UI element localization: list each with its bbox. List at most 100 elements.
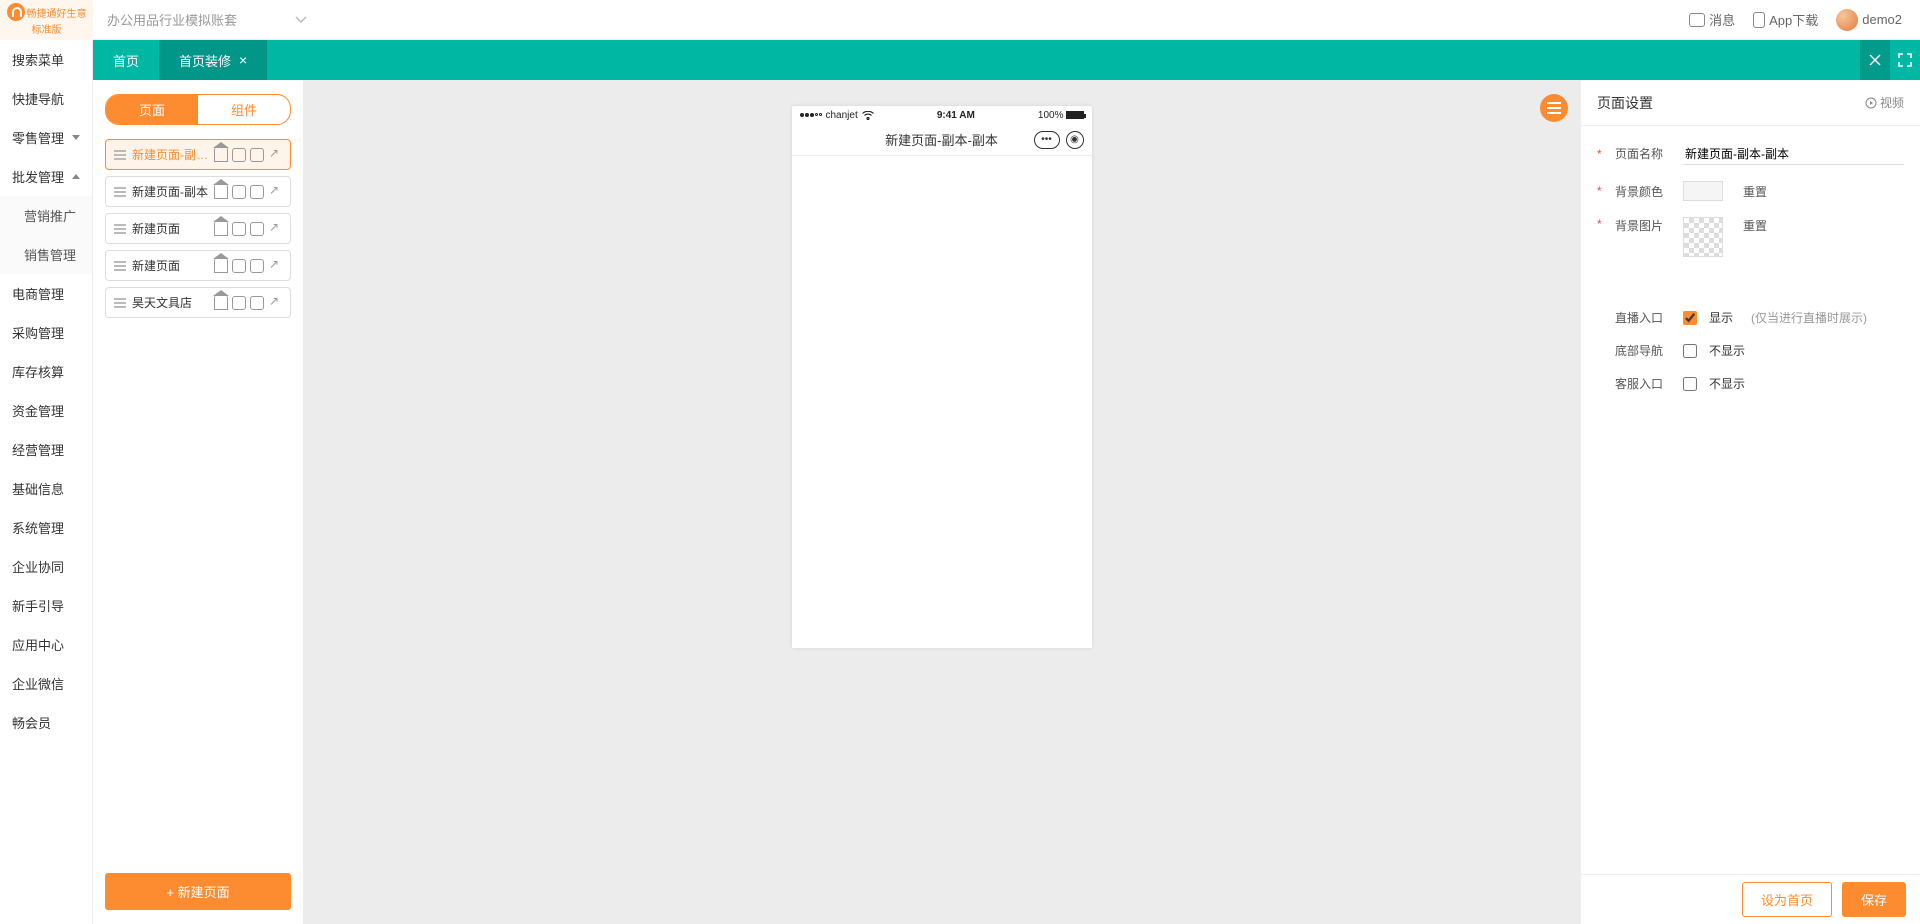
sidebar-item-sales[interactable]: 销售管理 [0, 235, 92, 274]
logo-subtitle: 标准版 [32, 21, 62, 36]
tab-decorate[interactable]: 首页装修 × [159, 40, 267, 80]
sidebar-item-marketing[interactable]: 营销推广 [0, 196, 92, 235]
seg-tab-page[interactable]: 页面 [106, 95, 198, 124]
phone-status-bar: chanjet 9:41 AM 100% [792, 106, 1092, 124]
sidebar-item-wholesale[interactable]: 批发管理 [0, 157, 92, 196]
page-item[interactable]: 新建页面 [105, 250, 291, 281]
share-icon[interactable] [268, 222, 282, 236]
field-bg-image: * 背景图片 重置 [1597, 217, 1904, 257]
tab-home[interactable]: 首页 [93, 40, 159, 80]
account-name: 办公用品行业模拟账套 [107, 10, 237, 29]
video-link[interactable]: 视频 [1865, 94, 1904, 111]
page-item-name: 新建页面-副本-... [132, 146, 208, 163]
copy-icon[interactable] [232, 148, 246, 162]
save-button[interactable]: 保存 [1842, 882, 1906, 917]
caret-down-icon [72, 135, 80, 140]
sidebar-item-member[interactable]: 畅会员 [0, 703, 92, 742]
new-page-button[interactable]: + 新建页面 [105, 873, 291, 910]
page-name-input[interactable] [1683, 142, 1904, 165]
sidebar-item-wechat[interactable]: 企业微信 [0, 664, 92, 703]
sidebar-item-baseinfo[interactable]: 基础信息 [0, 469, 92, 508]
user-menu[interactable]: demo2 [1836, 9, 1902, 31]
sidebar-item-retail[interactable]: 零售管理 [0, 118, 92, 157]
page-item-name: 昊天文具店 [132, 294, 208, 311]
phone-body[interactable] [792, 156, 1092, 648]
copy-icon[interactable] [232, 222, 246, 236]
sidebar-item-quicknav[interactable]: 快捷导航 [0, 79, 92, 118]
live-checkbox[interactable] [1683, 311, 1697, 325]
fullscreen-icon [1898, 53, 1912, 67]
copy-icon[interactable] [232, 185, 246, 199]
carrier: chanjet [826, 110, 858, 121]
drag-icon[interactable] [114, 150, 126, 160]
sidebar-item-guide[interactable]: 新手引导 [0, 586, 92, 625]
service-checkbox[interactable] [1683, 377, 1697, 391]
account-selector[interactable]: 办公用品行业模拟账套 [107, 10, 307, 29]
field-live-entry: * 直播入口 显示 (仅当进行直播时展示) [1597, 309, 1904, 326]
bg-image-swatch[interactable] [1683, 217, 1723, 257]
close-icon[interactable]: × [239, 52, 247, 68]
bg-color-swatch[interactable] [1683, 181, 1723, 201]
reset-bgcolor[interactable]: 重置 [1743, 183, 1767, 200]
share-icon[interactable] [268, 148, 282, 162]
home-icon[interactable] [214, 185, 228, 199]
delete-icon[interactable] [250, 222, 264, 236]
field-bottom-nav: * 底部导航 不显示 [1597, 342, 1904, 359]
drag-icon[interactable] [114, 261, 126, 271]
sidebar-item-search[interactable]: 搜索菜单 [0, 40, 92, 79]
home-icon[interactable] [214, 222, 228, 236]
sidebar-item-ecommerce[interactable]: 电商管理 [0, 274, 92, 313]
battery: 100% [1038, 110, 1084, 121]
messages-link[interactable]: 消息 [1689, 10, 1735, 29]
settings-body: * 页面名称 * 背景颜色 重置 * 背景图片 重置 [1581, 126, 1920, 408]
sidebar-item-system[interactable]: 系统管理 [0, 508, 92, 547]
reset-bgimage[interactable]: 重置 [1743, 217, 1767, 234]
drag-icon[interactable] [114, 224, 126, 234]
fullscreen-button[interactable] [1890, 40, 1920, 80]
home-icon[interactable] [214, 296, 228, 310]
set-home-button[interactable]: 设为首页 [1742, 882, 1832, 917]
delete-icon[interactable] [250, 148, 264, 162]
segment-tabs: 页面 组件 [105, 94, 291, 125]
copy-icon[interactable] [232, 259, 246, 273]
page-list: 新建页面-副本-... 新建页面-副本 [105, 139, 291, 873]
home-icon[interactable] [214, 259, 228, 273]
share-icon[interactable] [268, 185, 282, 199]
page-item[interactable]: 昊天文具店 [105, 287, 291, 318]
home-icon[interactable] [214, 148, 228, 162]
tab-close-all[interactable] [1860, 40, 1890, 80]
share-icon[interactable] [268, 259, 282, 273]
app-download-link[interactable]: App下载 [1753, 10, 1818, 29]
wifi-icon [862, 111, 874, 120]
drag-icon[interactable] [114, 187, 126, 197]
sidebar-item-finance[interactable]: 资金管理 [0, 391, 92, 430]
phone-preview[interactable]: chanjet 9:41 AM 100% 新建页面-副本-副本 [792, 106, 1092, 648]
bottomnav-checkbox[interactable] [1683, 344, 1697, 358]
page-item-name: 新建页面 [132, 220, 208, 237]
target-icon[interactable]: ◉ [1066, 131, 1084, 149]
seg-tab-component[interactable]: 组件 [198, 95, 290, 124]
field-bg-color: * 背景颜色 重置 [1597, 181, 1904, 201]
user-name: demo2 [1862, 12, 1902, 27]
page-item-name: 新建页面 [132, 257, 208, 274]
copy-icon[interactable] [232, 296, 246, 310]
delete-icon[interactable] [250, 296, 264, 310]
share-icon[interactable] [268, 296, 282, 310]
tab-bar: 首页 首页装修 × [93, 40, 1920, 80]
toggle-panel-button[interactable] [1540, 94, 1568, 122]
top-header: 畅捷通好生意 标准版 办公用品行业模拟账套 消息 App下载 demo2 [0, 0, 1920, 40]
drag-icon[interactable] [114, 298, 126, 308]
page-item[interactable]: 新建页面-副本 [105, 176, 291, 207]
sidebar-item-inventory[interactable]: 库存核算 [0, 352, 92, 391]
sidebar-item-collab[interactable]: 企业协同 [0, 547, 92, 586]
sidebar-item-operation[interactable]: 经营管理 [0, 430, 92, 469]
sidebar-item-purchase[interactable]: 采购管理 [0, 313, 92, 352]
signal-icon [800, 113, 822, 117]
delete-icon[interactable] [250, 185, 264, 199]
delete-icon[interactable] [250, 259, 264, 273]
page-item[interactable]: 新建页面 [105, 213, 291, 244]
more-icon[interactable]: ••• [1034, 131, 1060, 149]
sidebar-item-appcenter[interactable]: 应用中心 [0, 625, 92, 664]
logo[interactable]: 畅捷通好生意 标准版 [0, 0, 93, 40]
page-item[interactable]: 新建页面-副本-... [105, 139, 291, 170]
